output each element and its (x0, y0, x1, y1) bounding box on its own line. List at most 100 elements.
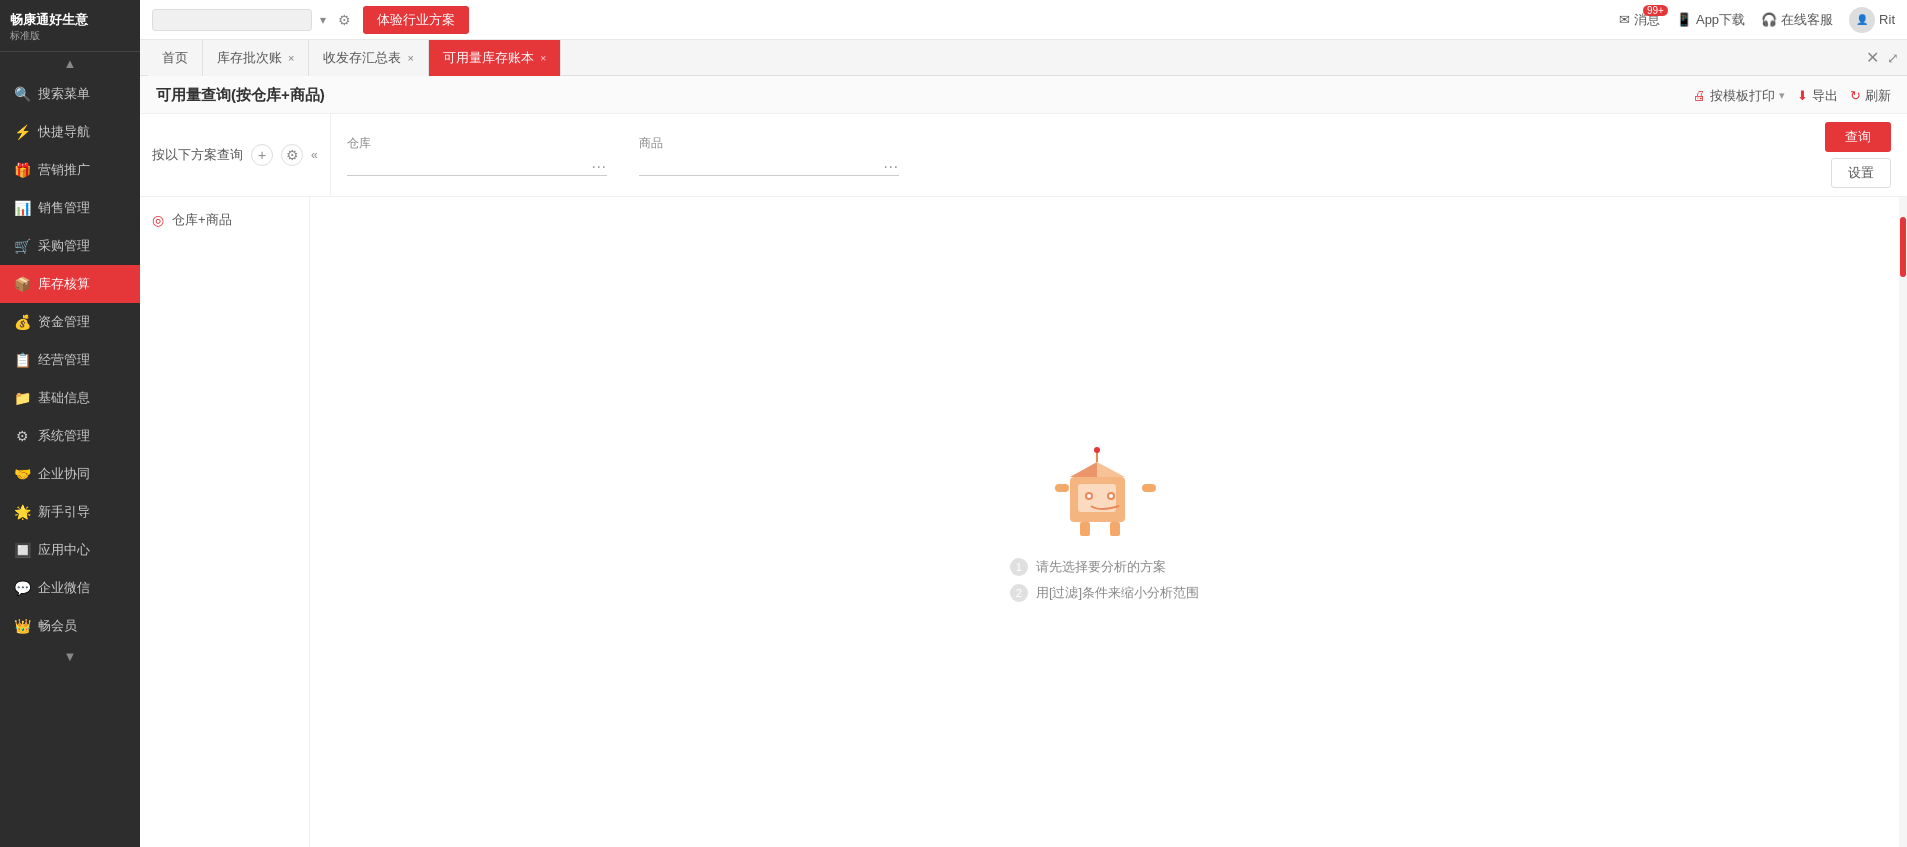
sidebar-item-system[interactable]: ⚙ 系统管理 (0, 417, 140, 455)
user-menu[interactable]: 👤 Rit (1849, 7, 1895, 33)
goods-input[interactable] (639, 155, 879, 170)
topbar: ▾ ⚙ 体验行业方案 ✉ 消息 99+ 📱 App下载 🎧 在线客服 👤 Rit (140, 0, 1907, 40)
close-tab-recv-summary[interactable]: × (407, 52, 413, 64)
left-scheme-panel: ◎ 仓库+商品 (140, 197, 310, 847)
sidebar-item-wechat[interactable]: 💬 企业微信 (0, 569, 140, 607)
scroll-thumb[interactable] (1900, 217, 1906, 277)
svg-point-5 (1109, 494, 1113, 498)
svg-rect-6 (1080, 522, 1090, 536)
tabs-controls: ✕ ⤢ (1866, 48, 1899, 67)
refresh-button[interactable]: ↻ 刷新 (1850, 87, 1891, 105)
goods-dots[interactable]: … (883, 154, 899, 172)
query-button[interactable]: 查询 (1825, 122, 1891, 152)
online-service-button[interactable]: 🎧 在线客服 (1761, 11, 1833, 29)
svg-rect-9 (1142, 484, 1156, 492)
handshake-icon: 🤝 (14, 466, 30, 482)
query-actions: 查询 设置 (1825, 122, 1891, 188)
sidebar-item-basic[interactable]: 📁 基础信息 (0, 379, 140, 417)
sidebar-item-sales[interactable]: 📊 销售管理 (0, 189, 140, 227)
print-button[interactable]: 🖨 按模板打印 ▾ (1693, 87, 1785, 105)
robot-svg (1045, 442, 1165, 542)
message-button[interactable]: ✉ 消息 99+ (1619, 11, 1660, 29)
search-input[interactable] (152, 9, 312, 31)
close-tab-available-stock[interactable]: × (540, 52, 546, 64)
filter-left-panel: 按以下方案查询 + ⚙ « (140, 114, 331, 196)
tip-num-2: 2 (1010, 584, 1028, 602)
tab-recv-summary[interactable]: 收发存汇总表 × (309, 40, 428, 76)
crown-icon: 👑 (14, 618, 30, 634)
avatar: 👤 (1849, 7, 1875, 33)
money-icon: 💰 (14, 314, 30, 330)
filter-label: 按以下方案查询 (152, 146, 243, 164)
chevron-down-icon[interactable]: ▾ (320, 13, 326, 27)
empty-illustration (1045, 442, 1165, 542)
sidebar-version: 标准版 (10, 29, 130, 43)
sidebar-scroll-down[interactable]: ▼ (0, 645, 140, 668)
empty-tips: 1 请先选择要分析的方案 2 用[过滤]条件来缩小分析范围 (1010, 558, 1199, 602)
page-header: 可用量查询(按仓库+商品) 🖨 按模板打印 ▾ ⬇ 导出 ↻ 刷新 (140, 76, 1907, 114)
sidebar-item-finance[interactable]: 💰 资金管理 (0, 303, 140, 341)
tab-batch-account[interactable]: 库存批次账 × (203, 40, 309, 76)
page-title: 可用量查询(按仓库+商品) (156, 86, 325, 105)
empty-tip-2: 2 用[过滤]条件来缩小分析范围 (1010, 584, 1199, 602)
tabs-close-all-icon[interactable]: ✕ (1866, 48, 1879, 67)
goods-input-row: … (639, 154, 899, 176)
sidebar-item-guide[interactable]: 🌟 新手引导 (0, 493, 140, 531)
filter-right-panel: 仓库 … 商品 … 查询 设置 (331, 114, 1907, 196)
star-icon: 🌟 (14, 504, 30, 520)
sidebar-header: 畅康通好生意 标准版 (0, 0, 140, 52)
tip-num-1: 1 (1010, 558, 1028, 576)
svg-rect-8 (1055, 484, 1069, 492)
warehouse-field: 仓库 … (347, 135, 607, 176)
tab-available-stock[interactable]: 可用量库存账本 × (429, 40, 561, 76)
headset-icon: 🎧 (1761, 12, 1777, 27)
message-badge: 99+ (1643, 5, 1668, 16)
sidebar-item-purchase[interactable]: 🛒 采购管理 (0, 227, 140, 265)
goods-label: 商品 (639, 135, 899, 152)
tabs-expand-icon[interactable]: ⤢ (1887, 50, 1899, 66)
warehouse-input-row: … (347, 154, 607, 176)
tab-home[interactable]: 首页 (148, 40, 203, 76)
phone-icon: 📱 (1676, 12, 1692, 27)
lightning-icon: ⚡ (14, 124, 30, 140)
page-actions: 🖨 按模板打印 ▾ ⬇ 导出 ↻ 刷新 (1693, 87, 1891, 105)
sidebar-item-member[interactable]: 👑 畅会员 (0, 607, 140, 645)
sidebar-item-marketing[interactable]: 🎁 营销推广 (0, 151, 140, 189)
main-area: ▾ ⚙ 体验行业方案 ✉ 消息 99+ 📱 App下载 🎧 在线客服 👤 Rit (140, 0, 1907, 847)
scheme-item-warehouse-goods[interactable]: ◎ 仓库+商品 (140, 205, 309, 235)
right-scrollbar[interactable] (1899, 197, 1907, 847)
sidebar-item-search[interactable]: 🔍 搜索菜单 (0, 75, 140, 113)
sidebar-item-shortcut[interactable]: ⚡ 快捷导航 (0, 113, 140, 151)
topbar-gear-icon[interactable]: ⚙ (338, 12, 351, 28)
sidebar-item-enterprise[interactable]: 🤝 企业协同 (0, 455, 140, 493)
filter-collapse-button[interactable]: « (311, 148, 318, 162)
export-icon: ⬇ (1797, 88, 1808, 103)
export-button[interactable]: ⬇ 导出 (1797, 87, 1838, 105)
close-tab-batch-account[interactable]: × (288, 52, 294, 64)
filter-add-button[interactable]: + (251, 144, 273, 166)
scheme-icon: ◎ (152, 212, 164, 228)
topbar-right: ✉ 消息 99+ 📱 App下载 🎧 在线客服 👤 Rit (1619, 7, 1895, 33)
sidebar-item-operation[interactable]: 📋 经营管理 (0, 341, 140, 379)
sidebar-item-apps[interactable]: 🔲 应用中心 (0, 531, 140, 569)
search-icon: 🔍 (14, 86, 30, 102)
gear-icon: ⚙ (14, 428, 30, 444)
sidebar-scroll-up[interactable]: ▲ (0, 52, 140, 75)
clipboard-icon: 📋 (14, 352, 30, 368)
filter-settings-button[interactable]: ⚙ (281, 144, 303, 166)
print-icon: 🖨 (1693, 88, 1706, 103)
folder-icon: 📁 (14, 390, 30, 406)
cart-icon: 🛒 (14, 238, 30, 254)
industry-solution-button[interactable]: 体验行业方案 (363, 6, 469, 34)
page-content: 可用量查询(按仓库+商品) 🖨 按模板打印 ▾ ⬇ 导出 ↻ 刷新 (140, 76, 1907, 847)
warehouse-label: 仓库 (347, 135, 607, 152)
svg-point-4 (1087, 494, 1091, 498)
settings-button[interactable]: 设置 (1831, 158, 1891, 188)
warehouse-dots[interactable]: … (591, 154, 607, 172)
warehouse-input[interactable] (347, 155, 587, 170)
grid-icon: 🔲 (14, 542, 30, 558)
sidebar-item-inventory[interactable]: 📦 库存核算 (0, 265, 140, 303)
print-chevron-icon[interactable]: ▾ (1779, 89, 1785, 102)
svg-point-11 (1094, 447, 1100, 453)
app-download-button[interactable]: 📱 App下载 (1676, 11, 1745, 29)
